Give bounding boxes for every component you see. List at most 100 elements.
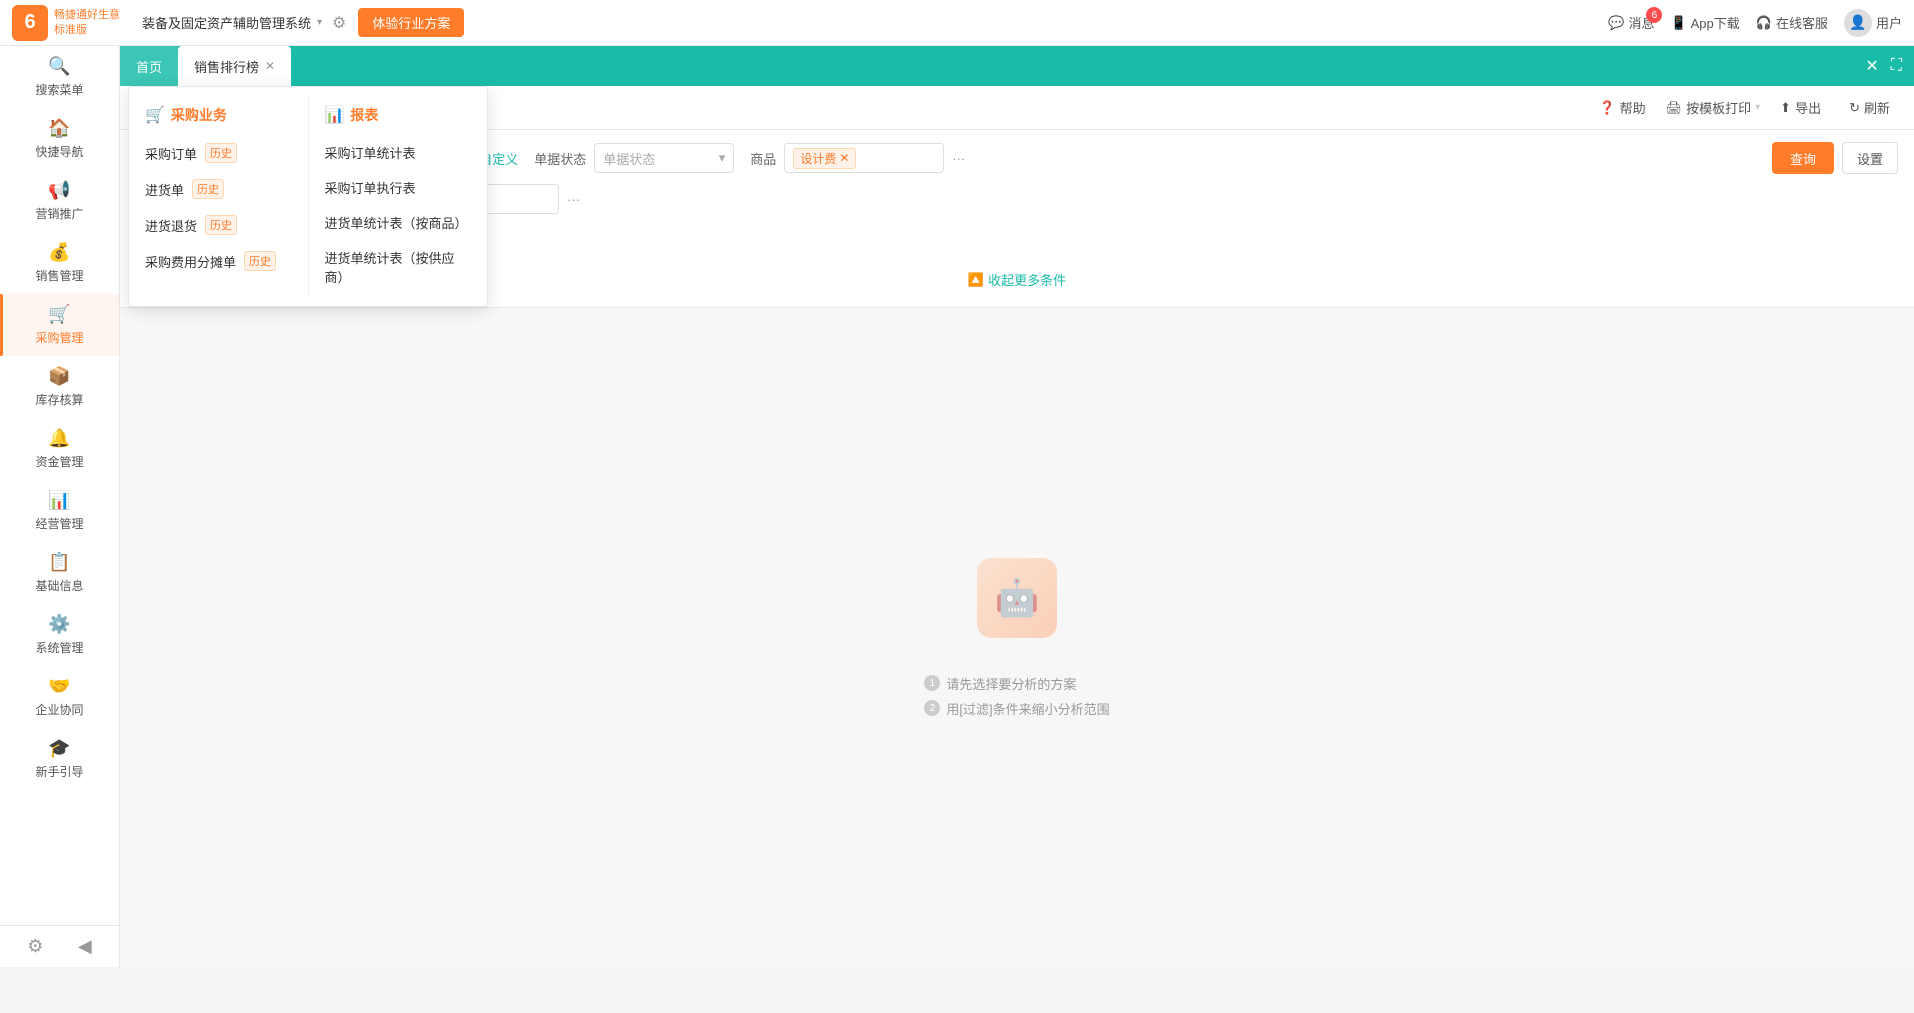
history-badge-2: 历史 [205, 215, 237, 235]
step-num-2: 2 [924, 700, 940, 716]
tab-close-icon[interactable]: ✕ [265, 59, 275, 73]
help-button[interactable]: ❓ 帮助 [1591, 94, 1653, 121]
status-label: 单据状态 [534, 149, 586, 168]
goods-input[interactable]: 设计费 ✕ [784, 143, 944, 173]
tab-sales-rank[interactable]: 销售排行榜 ✕ [178, 46, 291, 86]
dropdown-item-receive-stat-supplier[interactable]: 进货单统计表（按供应商） [309, 240, 488, 294]
export-button[interactable]: ⬆ 导出 [1772, 94, 1829, 121]
tab-bar-right: ✕ ⛶ [1861, 52, 1914, 80]
dropdown-item-purchase-order[interactable]: 采购订单 历史 [129, 135, 308, 171]
industry-button[interactable]: 体验行业方案 [358, 8, 464, 37]
logo-icon: 6 [12, 5, 48, 41]
empty-step-1: 1 请先选择要分析的方案 [924, 674, 1109, 693]
goods-tag: 设计费 ✕ [793, 148, 856, 169]
finance-icon: 🔔 [48, 428, 70, 449]
basic-icon: 📋 [48, 552, 70, 573]
history-badge-0: 历史 [205, 143, 237, 163]
dropdown-item-order-stat[interactable]: 采购订单统计表 [309, 135, 488, 170]
sidebar: 🔍 搜索菜单 🏠 快捷导航 📢 营销推广 💰 销售管理 🛒 采购管理 📦 库存核… [0, 46, 120, 967]
system-name: 装备及固定资产辅助管理系统 [142, 13, 311, 32]
empty-illustration: 🤖 [957, 558, 1077, 658]
refresh-button[interactable]: ↻ 刷新 [1841, 94, 1898, 121]
purchase-icon: 🛒 [48, 304, 70, 325]
empty-robot-icon: 🤖 [977, 558, 1057, 638]
sidebar-item-newbie[interactable]: 🎓 新手引导 [0, 728, 119, 790]
sidebar-item-inventory[interactable]: 📦 库存核算 [0, 356, 119, 418]
collapse-arrow-icon: 🔼 [968, 272, 984, 288]
empty-state: 🤖 1 请先选择要分析的方案 2 用[过滤]条件来缩小分析范围 [120, 308, 1914, 967]
dropdown-item-fee[interactable]: 采购费用分摊单 历史 [129, 243, 308, 279]
tab-close-window-icon[interactable]: ✕ [1861, 52, 1882, 80]
settings-button[interactable]: 设置 [1842, 142, 1898, 174]
sidebar-item-sales[interactable]: 💰 销售管理 [0, 232, 119, 294]
topbar-right: 💬 消息 6 📱 App下载 🎧 在线客服 👤 用户 [1608, 9, 1902, 37]
sidebar-item-enterprise[interactable]: 🤝 企业协同 [0, 666, 119, 728]
phone-icon: 📱 [1670, 15, 1686, 31]
message-item[interactable]: 💬 消息 6 [1608, 13, 1654, 32]
purchase-header-icon: 🛒 [145, 105, 165, 125]
status-dropdown-arrow: ▾ [719, 150, 726, 166]
user-item[interactable]: 👤 用户 [1844, 9, 1902, 37]
top-bar: 6 畅捷通好生意 标准版 装备及固定资产辅助管理系统 ▾ ⚙ 体验行业方案 💬 … [0, 0, 1914, 46]
message-badge: 6 [1646, 7, 1662, 23]
settings-icon[interactable]: ⚙ [332, 13, 346, 33]
dropdown-item-return[interactable]: 进货退货 历史 [129, 207, 308, 243]
home-icon: 🏠 [48, 118, 70, 139]
dropdown-item-order-exec[interactable]: 采购订单执行表 [309, 170, 488, 205]
newbie-icon: 🎓 [48, 738, 70, 759]
history-badge-1: 历史 [192, 179, 224, 199]
sidebar-footer: ⚙ ◀ [0, 925, 119, 967]
app-download-item[interactable]: 📱 App下载 [1670, 13, 1739, 32]
marketing-icon: 📢 [48, 180, 70, 201]
step-num-1: 1 [924, 675, 940, 691]
query-button[interactable]: 查询 [1772, 142, 1834, 174]
status-select[interactable]: 单据状态 ▾ [594, 143, 734, 173]
sidebar-item-purchase[interactable]: 🛒 采购管理 [0, 294, 119, 356]
dropdown-report-header: 📊 报表 [309, 99, 488, 135]
status-filter: 单据状态 单据状态 ▾ [534, 143, 734, 173]
dropdown-item-receive-stat-goods[interactable]: 进货单统计表（按商品） [309, 205, 488, 240]
headset-icon: 🎧 [1756, 15, 1772, 31]
inventory-icon: 📦 [48, 366, 70, 387]
sidebar-item-operations[interactable]: 📊 经营管理 [0, 480, 119, 542]
print-dropdown-arrow[interactable]: ▾ [1755, 102, 1760, 113]
report-header-icon: 📊 [325, 105, 345, 125]
salesman-more-dots[interactable]: ··· [567, 192, 580, 207]
history-badge-3: 历史 [244, 251, 276, 271]
sidebar-item-system[interactable]: ⚙️ 系统管理 [0, 604, 119, 666]
sidebar-item-finance[interactable]: 🔔 资金管理 [0, 418, 119, 480]
help-icon: ❓ [1599, 100, 1615, 116]
system-area: 装备及固定资产辅助管理系统 ▾ ⚙ 体验行业方案 [142, 8, 1608, 37]
sidebar-item-quick[interactable]: 🏠 快捷导航 [0, 108, 119, 170]
empty-step-2: 2 用[过滤]条件来缩小分析范围 [924, 699, 1109, 718]
operations-icon: 📊 [48, 490, 70, 511]
print-icon: 🖨 [1666, 100, 1683, 116]
logo-text: 畅捷通好生意 标准版 [54, 8, 120, 37]
tab-maximize-icon[interactable]: ⛶ [1887, 53, 1906, 79]
sidebar-item-basic[interactable]: 📋 基础信息 [0, 542, 119, 604]
footer-settings-icon[interactable]: ⚙ [27, 936, 43, 957]
purchase-dropdown-menu: 🛒 采购业务 采购订单 历史 进货单 历史 进货退货 历史 采购费用分摊单 历史… [128, 86, 488, 307]
sidebar-item-marketing[interactable]: 📢 营销推广 [0, 170, 119, 232]
empty-text-area: 1 请先选择要分析的方案 2 用[过滤]条件来缩小分析范围 [924, 674, 1109, 718]
sidebar-item-search[interactable]: 🔍 搜索菜单 [0, 46, 119, 108]
goods-more-dots[interactable]: ··· [952, 151, 965, 166]
enterprise-icon: 🤝 [48, 676, 70, 697]
goods-filter: 商品 设计费 ✕ ··· [750, 143, 965, 173]
goods-label: 商品 [750, 149, 776, 168]
avatar: 👤 [1844, 9, 1872, 37]
footer-collapse-icon[interactable]: ◀ [78, 936, 92, 957]
sales-icon: 💰 [48, 242, 70, 263]
system-dropdown-arrow[interactable]: ▾ [317, 17, 322, 28]
logo-area: 6 畅捷通好生意 标准版 [12, 5, 132, 41]
online-service-item[interactable]: 🎧 在线客服 [1756, 13, 1828, 32]
refresh-icon: ↻ [1849, 100, 1860, 116]
goods-tag-close[interactable]: ✕ [839, 151, 849, 165]
print-button[interactable]: 🖨 按模板打印 ▾ [1666, 98, 1761, 117]
search-icon: 🔍 [48, 56, 70, 77]
system-icon: ⚙️ [48, 614, 70, 635]
tab-home[interactable]: 首页 [120, 46, 178, 86]
dropdown-item-receive[interactable]: 进货单 历史 [129, 171, 308, 207]
message-icon: 💬 [1608, 15, 1624, 31]
dropdown-col-report: 📊 报表 采购订单统计表 采购订单执行表 进货单统计表（按商品） 进货单统计表（… [309, 87, 488, 306]
